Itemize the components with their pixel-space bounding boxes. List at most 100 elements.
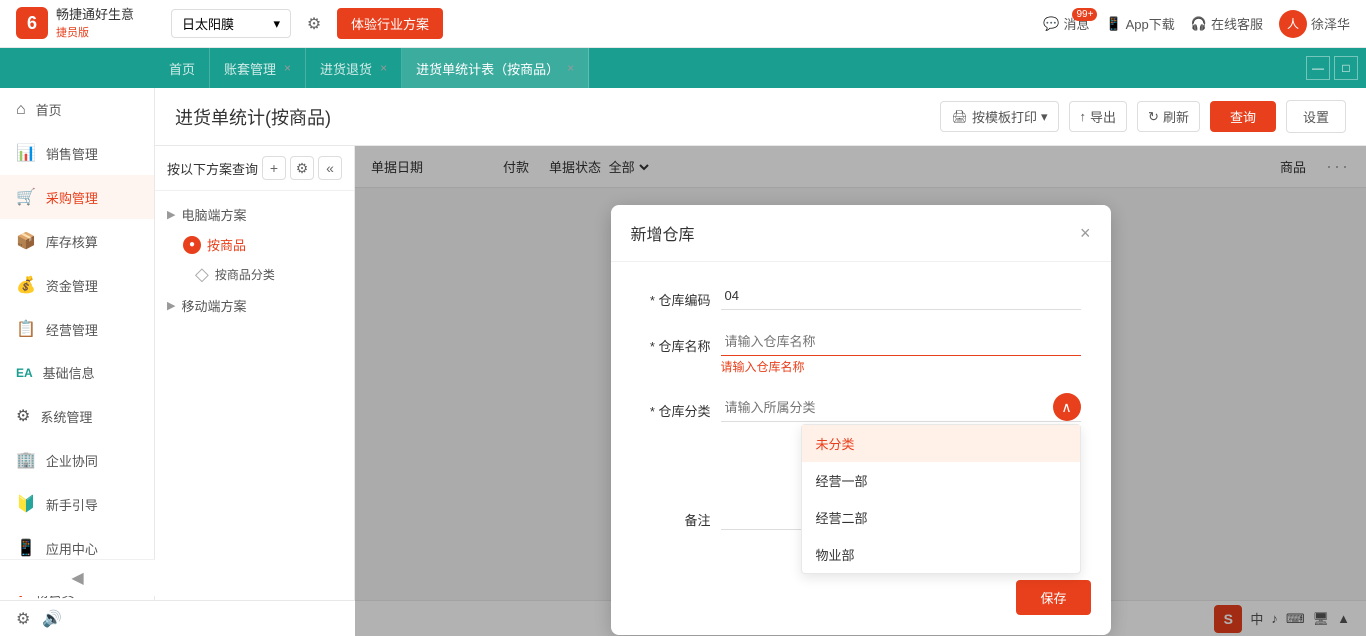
name-field-row: * 仓库名称 请输入仓库名称 xyxy=(641,328,1081,375)
sidebar-item-guide[interactable]: 🔰 新手引导 xyxy=(0,482,154,526)
code-input[interactable] xyxy=(721,282,1081,310)
tab-home-label: 首页 xyxy=(169,59,195,78)
sidebar-item-home[interactable]: ⌂ 首页 xyxy=(0,88,154,131)
config-scheme-button[interactable]: ⚙ xyxy=(290,156,314,180)
app-download-item[interactable]: 📱 App下载 xyxy=(1105,14,1174,33)
refresh-button[interactable]: ↻ 刷新 xyxy=(1137,101,1200,132)
expand-icon: ▶ xyxy=(167,208,175,221)
name-label: * 仓库名称 xyxy=(641,328,721,355)
sidebar-item-basic-info[interactable]: EA 基础信息 xyxy=(0,351,154,394)
bottom-sound-icon[interactable]: 🔊 xyxy=(42,609,62,629)
sidebar-item-enterprise[interactable]: 🏢 企业协同 xyxy=(0,438,154,482)
sidebar-item-operations[interactable]: 📋 经营管理 xyxy=(0,307,154,351)
scheme-desktop-label: 电脑端方案 xyxy=(181,205,246,224)
sidebar-collapse[interactable]: ◀ xyxy=(0,559,155,596)
code-field-row: * 仓库编码 xyxy=(641,282,1081,310)
tab-account[interactable]: 账套管理 × xyxy=(210,48,306,88)
scheme-by-product[interactable]: ● 按商品 xyxy=(155,230,354,259)
category-input-wrapper: ∧ 未分类 经营一部 经营二部 物业部 xyxy=(721,393,1081,422)
export-label: 导出 xyxy=(1090,107,1116,126)
messages-item[interactable]: 💬 消息 99+ xyxy=(1043,14,1089,33)
sidebar-item-finance[interactable]: 💰 资金管理 xyxy=(0,263,154,307)
purchase-icon: 🛒 xyxy=(16,187,36,207)
add-scheme-button[interactable]: + xyxy=(262,156,286,180)
name-error-msg: 请输入仓库名称 xyxy=(721,358,1081,375)
active-scheme-icon: ● xyxy=(183,236,201,254)
category-input-row: ∧ xyxy=(721,393,1081,422)
category-toggle-button[interactable]: ∧ xyxy=(1053,393,1081,421)
export-icon: ↑ xyxy=(1080,109,1087,124)
sidebar-label-basic-info: 基础信息 xyxy=(43,363,95,382)
sidebar-item-inventory[interactable]: 📦 库存核算 xyxy=(0,219,154,263)
print-button[interactable]: 🖨 按模板打印 ▾ xyxy=(940,101,1058,132)
modal-close-button[interactable]: × xyxy=(1080,223,1091,244)
store-selector[interactable]: 日太阳膜 ▾ xyxy=(171,9,291,38)
page-header: 进货单统计(按商品) 🖨 按模板打印 ▾ ↑ 导出 ↻ 刷新 查询 设置 xyxy=(155,88,1366,146)
online-service-item[interactable]: 🎧 在线客服 xyxy=(1191,14,1263,33)
minimize-button[interactable]: — xyxy=(1306,56,1330,80)
scheme-mobile: ▶ 移动端方案 xyxy=(155,290,354,321)
phone-icon: 📱 xyxy=(1105,16,1121,32)
set-button[interactable]: 设置 xyxy=(1286,100,1346,133)
bottom-settings-icon[interactable]: ⚙ xyxy=(16,609,30,629)
sidebar: ⌂ 首页 📊 销售管理 🛒 采购管理 📦 库存核算 💰 资金管理 📋 经营管理 … xyxy=(0,88,155,636)
message-icon: 💬 xyxy=(1043,16,1059,32)
sales-icon: 📊 xyxy=(16,143,36,163)
category-label: * 仓库分类 xyxy=(641,393,721,420)
user-item[interactable]: 人 徐泽华 xyxy=(1279,10,1350,38)
app-download-label: App下载 xyxy=(1126,14,1175,33)
collapse-icon: ◀ xyxy=(71,568,83,588)
online-service-label: 在线客服 xyxy=(1211,14,1263,33)
tab-bar: 首页 账套管理 × 进货退货 × 进货单统计表（按商品） × — □ xyxy=(0,48,1366,88)
tab-home[interactable]: 首页 xyxy=(155,48,210,88)
refresh-label: 刷新 xyxy=(1163,107,1189,126)
filter-title-row: 按以下方案查询 + ⚙ « xyxy=(167,156,342,180)
collapse-scheme-button[interactable]: « xyxy=(318,156,342,180)
scheme-desktop: ▶ 电脑端方案 xyxy=(155,199,354,230)
dropdown-item-dept2[interactable]: 经营二部 xyxy=(802,499,1080,536)
export-button[interactable]: ↑ 导出 xyxy=(1069,101,1128,132)
mobile-expand-icon: ▶ xyxy=(167,299,175,312)
sidebar-label-sales: 销售管理 xyxy=(46,144,98,163)
sidebar-item-sales[interactable]: 📊 销售管理 xyxy=(0,131,154,175)
save-button[interactable]: 保存 xyxy=(1016,580,1090,615)
tab-account-label: 账套管理 xyxy=(224,59,276,78)
experience-button[interactable]: 体验行业方案 xyxy=(337,8,443,39)
tab-purchase-return-close[interactable]: × xyxy=(380,61,387,75)
sidebar-label-operations: 经营管理 xyxy=(46,320,98,339)
maximize-button[interactable]: □ xyxy=(1334,56,1358,80)
basic-info-icon: EA xyxy=(16,366,33,380)
tab-purchase-stats-close[interactable]: × xyxy=(567,61,574,75)
scheme-by-category[interactable]: ◇ 按商品分类 xyxy=(155,259,354,290)
sidebar-label-finance: 资金管理 xyxy=(46,276,98,295)
name-input[interactable] xyxy=(721,328,1081,356)
sidebar-item-purchase[interactable]: 🛒 采购管理 xyxy=(0,175,154,219)
sidebar-item-system[interactable]: ⚙ 系统管理 xyxy=(0,394,154,438)
sidebar-label-purchase: 采购管理 xyxy=(46,188,98,207)
modal-dialog: 新增仓库 × * 仓库编码 * 仓库名称 xyxy=(611,205,1111,635)
page-actions: 🖨 按模板打印 ▾ ↑ 导出 ↻ 刷新 查询 设置 xyxy=(940,100,1346,133)
guide-icon: 🔰 xyxy=(16,494,36,514)
gear-button[interactable]: ⚙ xyxy=(299,9,329,39)
dropdown-item-dept3[interactable]: 物业部 xyxy=(802,536,1080,573)
filter-buttons: + ⚙ « xyxy=(262,156,342,180)
category-icon: ◇ xyxy=(195,264,209,285)
operations-icon: 📋 xyxy=(16,319,36,339)
sidebar-label-system: 系统管理 xyxy=(40,407,92,426)
scheme-by-product-label: 按商品 xyxy=(207,235,246,254)
sidebar-label-inventory: 库存核算 xyxy=(46,232,98,251)
category-input[interactable] xyxy=(721,394,1053,421)
dropdown-item-dept1[interactable]: 经营一部 xyxy=(802,462,1080,499)
print-chevron-icon: ▾ xyxy=(1041,109,1048,125)
filter-title: 按以下方案查询 xyxy=(167,159,258,178)
tab-purchase-return[interactable]: 进货退货 × xyxy=(306,48,402,88)
query-button[interactable]: 查询 xyxy=(1210,101,1276,132)
finance-icon: 💰 xyxy=(16,275,36,295)
tab-purchase-stats[interactable]: 进货单统计表（按商品） × xyxy=(402,48,589,88)
modal-footer: 保存 xyxy=(611,568,1111,635)
category-field-row: * 仓库分类 ∧ 未分类 经营一部 xyxy=(641,393,1081,422)
left-panel: 按以下方案查询 + ⚙ « ▶ 电脑端方案 ● xyxy=(155,146,355,636)
tab-account-close[interactable]: × xyxy=(284,61,291,75)
dropdown-item-uncategorized[interactable]: 未分类 xyxy=(802,425,1080,462)
logo-sub: 捷员版 xyxy=(56,24,134,40)
